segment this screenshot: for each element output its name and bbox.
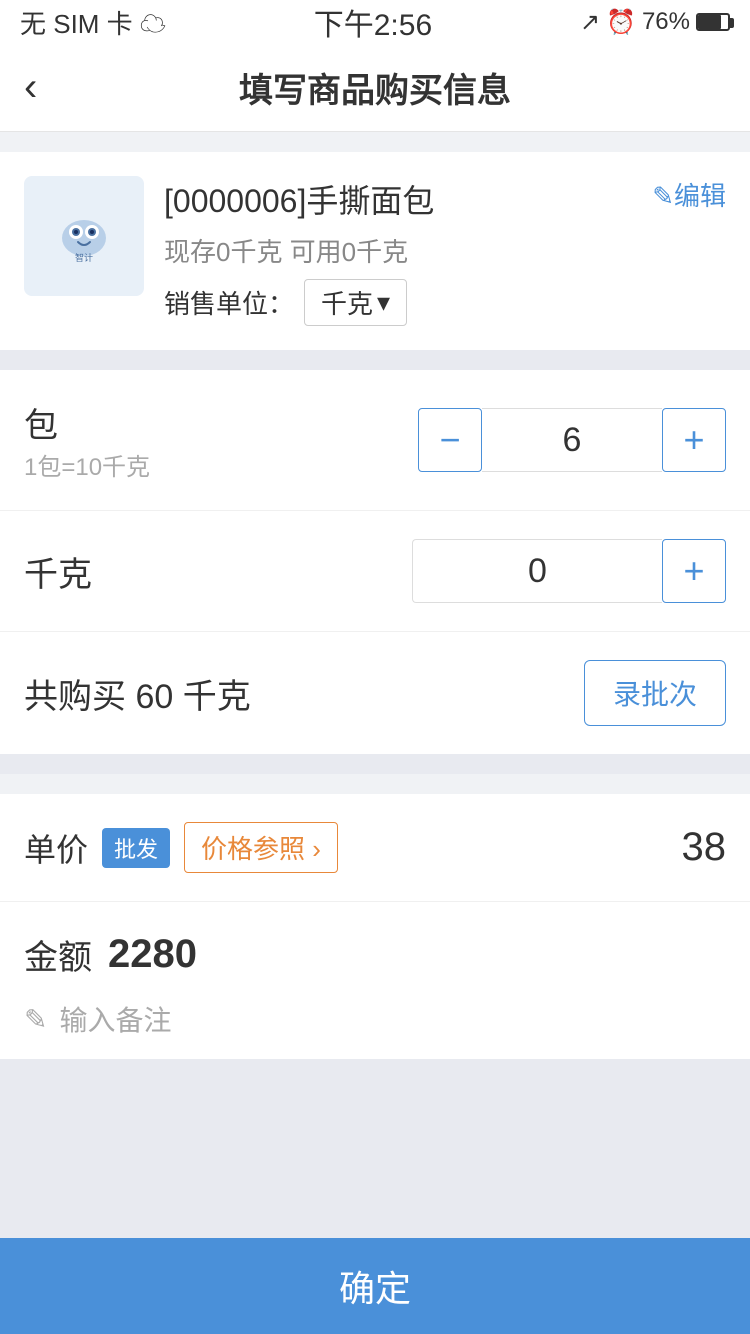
battery-level: 76% [642,8,690,36]
product-name: [0000006]手撕面包 [164,176,726,222]
kg-quantity-control: + [412,539,726,603]
price-section: 单价 批发 价格参照 › 38 [0,794,750,902]
product-unit-row: 销售单位： 千克 ▾ [164,279,726,326]
location-icon: ↗ [580,8,600,37]
input-section: 包 1包=10千克 − + 千克 + [0,370,750,632]
section-divider-1 [0,350,750,370]
kg-quantity-input[interactable] [412,539,662,603]
price-label: 单价 [24,825,88,871]
price-label-group: 单价 批发 价格参照 › [24,822,338,873]
amount-section: 金额 2280 ✎ 输入备注 [0,902,750,1059]
section-divider-2 [0,754,750,774]
product-stock: 现存0千克 可用0千克 [164,232,726,269]
pack-label-group: 包 1包=10千克 [24,398,418,482]
pack-input-row: 包 1包=10千克 − + [0,370,750,511]
note-icon: ✎ [24,1003,47,1036]
product-thumbnail: 智计 [24,176,144,296]
confirm-button[interactable]: 确定 [0,1238,750,1334]
batch-button[interactable]: 录批次 [584,660,726,726]
price-type-tag: 批发 [102,828,170,868]
status-right: ↗ ⏰ 76% [580,8,730,37]
total-text: 共购买 60 千克 [24,669,251,718]
product-info: [0000006]手撕面包 现存0千克 可用0千克 销售单位： 千克 ▾ [164,176,726,326]
kg-label-group: 千克 [24,547,412,596]
pack-quantity-control: − + [418,408,726,472]
product-card: 智计 [0000006]手撕面包 现存0千克 可用0千克 销售单位： 千克 ▾ … [0,152,750,350]
total-row: 共购买 60 千克 录批次 [0,632,750,754]
pack-label: 包 [24,398,418,447]
amount-row: 金额 2280 [24,930,726,979]
back-button[interactable]: ‹ [24,65,37,110]
page-title: 填写商品购买信息 [239,63,511,112]
battery-icon [696,13,730,31]
pack-quantity-input[interactable] [482,408,662,472]
edit-button[interactable]: ✎编辑 [652,176,726,213]
main-content-area [0,1059,750,1238]
note-row[interactable]: ✎ 输入备注 [24,999,726,1039]
kg-plus-button[interactable]: + [662,539,726,603]
product-image-icon: 智计 [54,206,114,266]
note-placeholder: 输入备注 [59,999,171,1039]
pack-minus-button[interactable]: − [418,408,482,472]
unit-select[interactable]: 千克 ▾ [304,279,407,326]
chevron-down-icon: ▾ [377,287,390,318]
price-value: 38 [682,825,727,870]
price-row: 单价 批发 价格参照 › 38 [24,822,726,873]
confirm-label: 确定 [339,1260,411,1312]
alarm-icon: ⏰ [606,8,636,37]
status-bar: 无 SIM 卡 ☁ 下午2:56 ↗ ⏰ 76% [0,0,750,44]
status-left: 无 SIM 卡 ☁ [20,4,166,41]
price-reference-button[interactable]: 价格参照 › [184,822,338,873]
pack-plus-button[interactable]: + [662,408,726,472]
svg-text:智计: 智计 [75,252,93,263]
amount-label: 金额 [24,930,92,979]
status-time: 下午2:56 [314,0,432,44]
kg-label: 千克 [24,547,412,596]
unit-label: 销售单位： [164,284,294,321]
amount-value: 2280 [108,932,197,977]
navigation-bar: ‹ 填写商品购买信息 [0,44,750,132]
kg-input-row: 千克 + [0,511,750,632]
pack-sublabel: 1包=10千克 [24,447,418,482]
